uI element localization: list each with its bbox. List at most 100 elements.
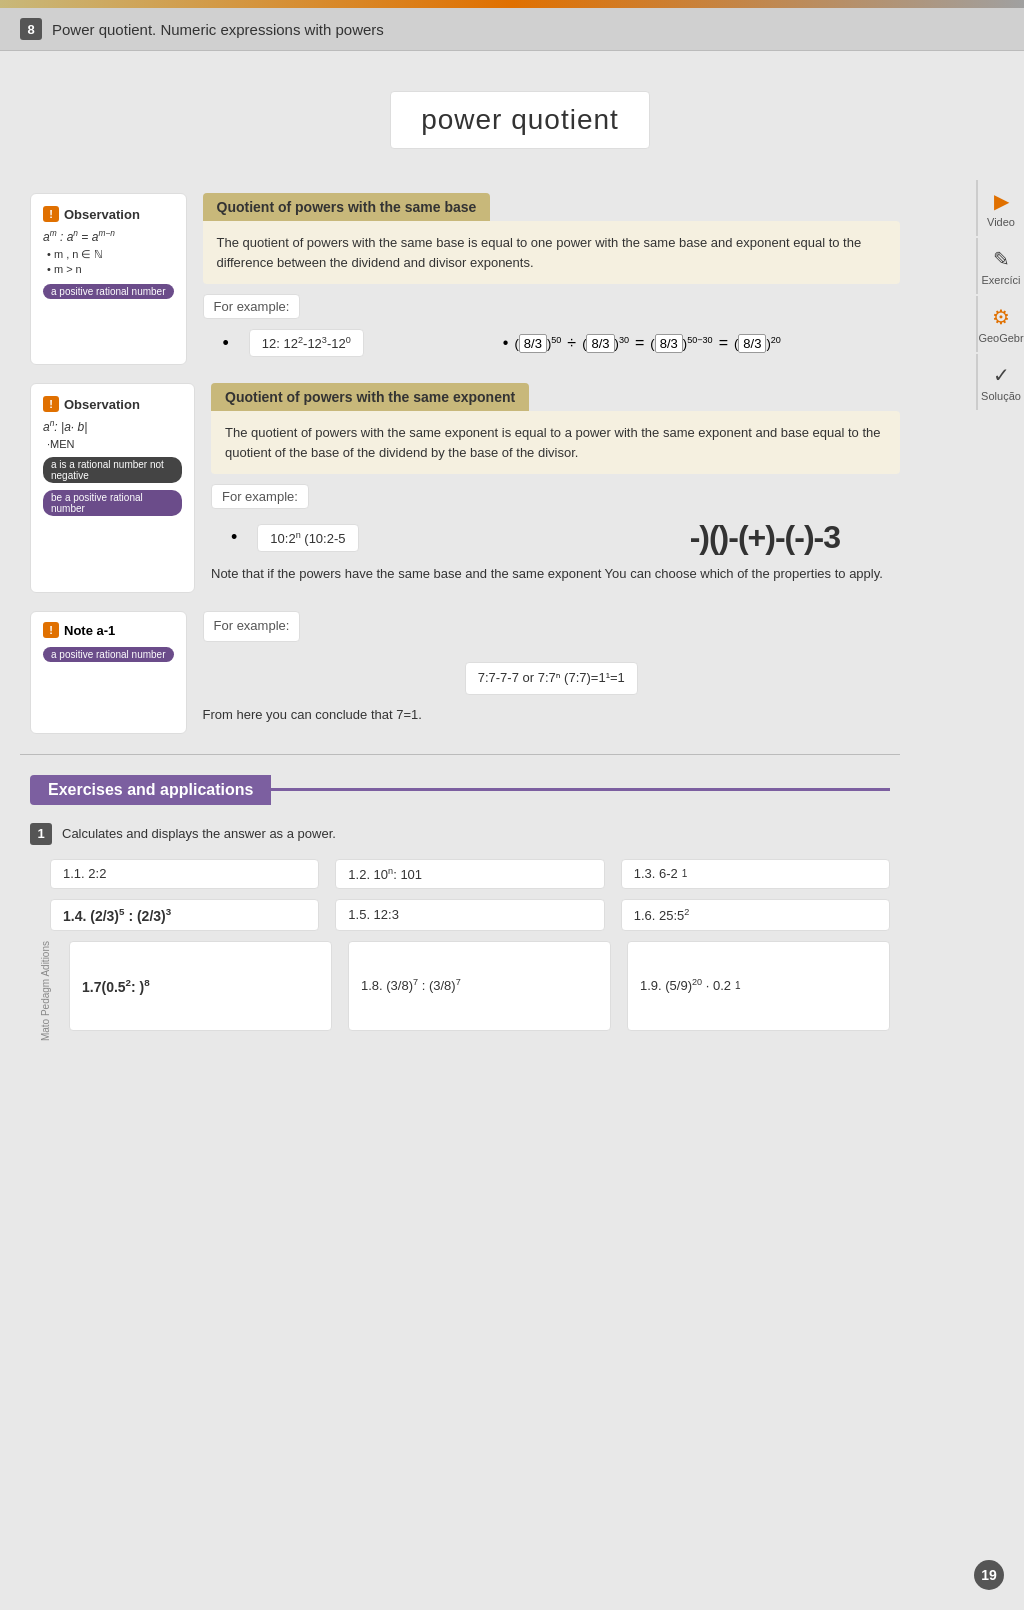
check-icon: ✓ [993, 363, 1010, 387]
exercises-line [271, 788, 890, 791]
ex-1-9-sup: 1 [735, 980, 741, 991]
exercise-1-8: 1.8. (3/8)7 : (3/8)7 [348, 941, 611, 1031]
fraction-example: • (8/3)50 ÷ (8/3)30 = (8/3)50−30 = (8/3)… [384, 334, 900, 352]
note-icon: ! [43, 622, 59, 638]
ex-1-6-text: 1.6. 25:52 [634, 907, 690, 923]
exercise-1-5: 1.5. 12:3 [335, 899, 604, 931]
ex-1-4-text: 1.4. (2/3)5 : (2/3)3 [63, 906, 171, 924]
header-bar: 8 Power quotient. Numeric expressions wi… [0, 8, 1024, 51]
example-row-3: 7:7-7-7 or 7:7ⁿ (7:7)=1¹=1 [203, 652, 900, 705]
example-row-2: • 10:2n (10:2-5 -)()-(+)-(-)-3 [211, 519, 900, 556]
section2: ! Observation an: |a· b| ·MEN a is a rat… [20, 383, 900, 593]
obs-formula-1: am : an = am−n [43, 228, 174, 244]
frac3: (8/3)50−30 [650, 335, 712, 351]
section1: ! Observation am : an = am−n • m , n ∈ ℕ… [20, 193, 900, 365]
theorem-header-1: Quotient of powers with the same base [203, 193, 491, 221]
obs-bullet-m: • m , n ∈ ℕ [47, 248, 174, 261]
for-example-3: For example: [203, 611, 301, 642]
conclusion-text: From here you can conclude that 7=1. [203, 705, 900, 726]
obs-icon-2: ! [43, 396, 59, 412]
header-title: Power quotient. Numeric expressions with… [52, 21, 384, 38]
exercises-grid-container: 1.1. 2:2 1.2. 10n: 101 1.3. 6-2 1 1.4. (… [30, 859, 890, 1041]
note-box: ! Note a-1 a positive rational number [30, 611, 187, 733]
example-row-1: • 12: 122-123-120 • (8/3)50 ÷ (8/3)30 = … [203, 329, 900, 357]
exercise-row-1: 1.1. 2:2 1.2. 10n: 101 1.3. 6-2 1 [40, 859, 890, 889]
exercise-button[interactable]: ✎ Exercíci [976, 238, 1024, 294]
geogebra-button[interactable]: ⚙ GeoGebr [976, 296, 1024, 352]
obs-title-1: Observation [64, 207, 140, 222]
example-item-2: 10:2n (10:2-5 [257, 524, 358, 552]
note-content: For example: 7:7-7-7 or 7:7ⁿ (7:7)=1¹=1 … [203, 611, 900, 733]
section-divider [20, 754, 900, 755]
ex-1-5-text: 1.5. 12:3 [348, 907, 399, 922]
note-pill: a positive rational number [43, 647, 174, 662]
page-title: power quotient [390, 91, 650, 149]
exercises-header: Exercises and applications [30, 775, 890, 805]
edit-icon: ✎ [993, 247, 1010, 271]
problem-header: 1 Calculates and displays the answer as … [30, 823, 890, 845]
exercise-1-7: 1.7(0.52: )8 [69, 941, 332, 1031]
observation-box-2: ! Observation an: |a· b| ·MEN a is a rat… [30, 383, 195, 593]
divide-sym-1: ÷ [567, 334, 576, 352]
exercises-section: Exercises and applications 1 Calculates … [20, 775, 900, 1041]
exercise-1-2: 1.2. 10n: 101 [335, 859, 604, 889]
right-icons-panel: ▶ Video ✎ Exercíci ⚙ GeoGebr ✓ Solução [976, 180, 1024, 410]
frac1: (8/3)50 [514, 335, 561, 351]
large-math-display: -)()-(+)-(-)-3 [690, 519, 840, 556]
exercise-1-9: 1.9. (5/9)20 · 0.2 1 [627, 941, 890, 1031]
bullet-dot-2: • [231, 527, 237, 548]
exercise-1-4: 1.4. (2/3)5 : (2/3)3 [50, 899, 319, 931]
exercise-1-3: 1.3. 6-2 1 [621, 859, 890, 889]
main-content: power quotient ! Observation am : an = a… [0, 51, 980, 1061]
example-item-3: 7:7-7-7 or 7:7ⁿ (7:7)=1¹=1 [465, 662, 638, 695]
exercise-row-3: 1.7(0.52: )8 1.8. (3/8)7 : (3/8)7 1.9. (… [59, 941, 890, 1031]
frac2: (8/3)30 [582, 335, 629, 351]
content-box-1: Quotient of powers with the same base Th… [203, 193, 900, 365]
vertical-publisher-label: Mato Pedagm Aditions [40, 941, 51, 1041]
obs-bullet-m2: • m > n [47, 263, 174, 275]
video-label: Video [987, 216, 1015, 228]
obs-header-1: ! Observation [43, 206, 174, 222]
obs-icon-1: ! [43, 206, 59, 222]
ex-1-7-text: 1.7(0.52: )8 [82, 977, 150, 995]
video-button[interactable]: ▶ Video [976, 180, 1024, 236]
theorem-body-2: The quotient of powers with the same exp… [211, 411, 900, 474]
page-title-container: power quotient [20, 71, 900, 169]
exercise-row-2: 1.4. (2/3)5 : (2/3)3 1.5. 12:3 1.6. 25:5… [40, 899, 890, 931]
problem-text: Calculates and displays the answer as a … [62, 826, 336, 841]
example-item-1: 12: 122-123-120 [249, 329, 364, 357]
bullet-dot-1: • [223, 333, 229, 354]
solution-button[interactable]: ✓ Solução [976, 354, 1024, 410]
header-badge: 8 [20, 18, 42, 40]
ex-1-8-text: 1.8. (3/8)7 : (3/8)7 [361, 977, 461, 993]
ex-1-1-text: 1.1. 2:2 [63, 866, 106, 881]
top-decorative-strip [0, 0, 1024, 8]
ex-1-3-text: 1.3. 6-2 [634, 866, 678, 881]
page-number: 19 [974, 1560, 1004, 1590]
ex-1-3-sup: 1 [682, 868, 688, 879]
solution-label: Solução [981, 390, 1021, 402]
geogebra-label: GeoGebr [978, 332, 1023, 344]
fraction-dot: • [503, 334, 509, 352]
exercise-1-1: 1.1. 2:2 [50, 859, 319, 889]
gear-icon: ⚙ [992, 305, 1010, 329]
theorem-header-2: Quotient of powers with the same exponen… [211, 383, 529, 411]
obs-pill-2b: be a positive rational number [43, 490, 182, 516]
ex-1-2-text: 1.2. 10n: 101 [348, 866, 422, 882]
frac4: (8/3)20 [734, 335, 781, 351]
note-title: Note a-1 [64, 623, 115, 638]
large-math-container: -)()-(+)-(-)-3 [379, 519, 901, 556]
obs-header-2: ! Observation [43, 396, 182, 412]
play-icon: ▶ [994, 189, 1009, 213]
obs-pill-2a: a is a rational number not negative [43, 457, 182, 483]
note-same-base: Note that if the powers have the same ba… [211, 564, 900, 585]
content-box-2: Quotient of powers with the same exponen… [211, 383, 900, 593]
obs-title-2: Observation [64, 397, 140, 412]
theorem-body-1: The quotient of powers with the same bas… [203, 221, 900, 284]
theorem-text-1: The quotient of powers with the same bas… [217, 235, 862, 270]
observation-box-1: ! Observation am : an = am−n • m , n ∈ ℕ… [30, 193, 187, 365]
problem-number: 1 [30, 823, 52, 845]
exercises-badge: Exercises and applications [30, 775, 271, 805]
obs-pill-1: a positive rational number [43, 284, 174, 299]
eq1: = [635, 334, 644, 352]
